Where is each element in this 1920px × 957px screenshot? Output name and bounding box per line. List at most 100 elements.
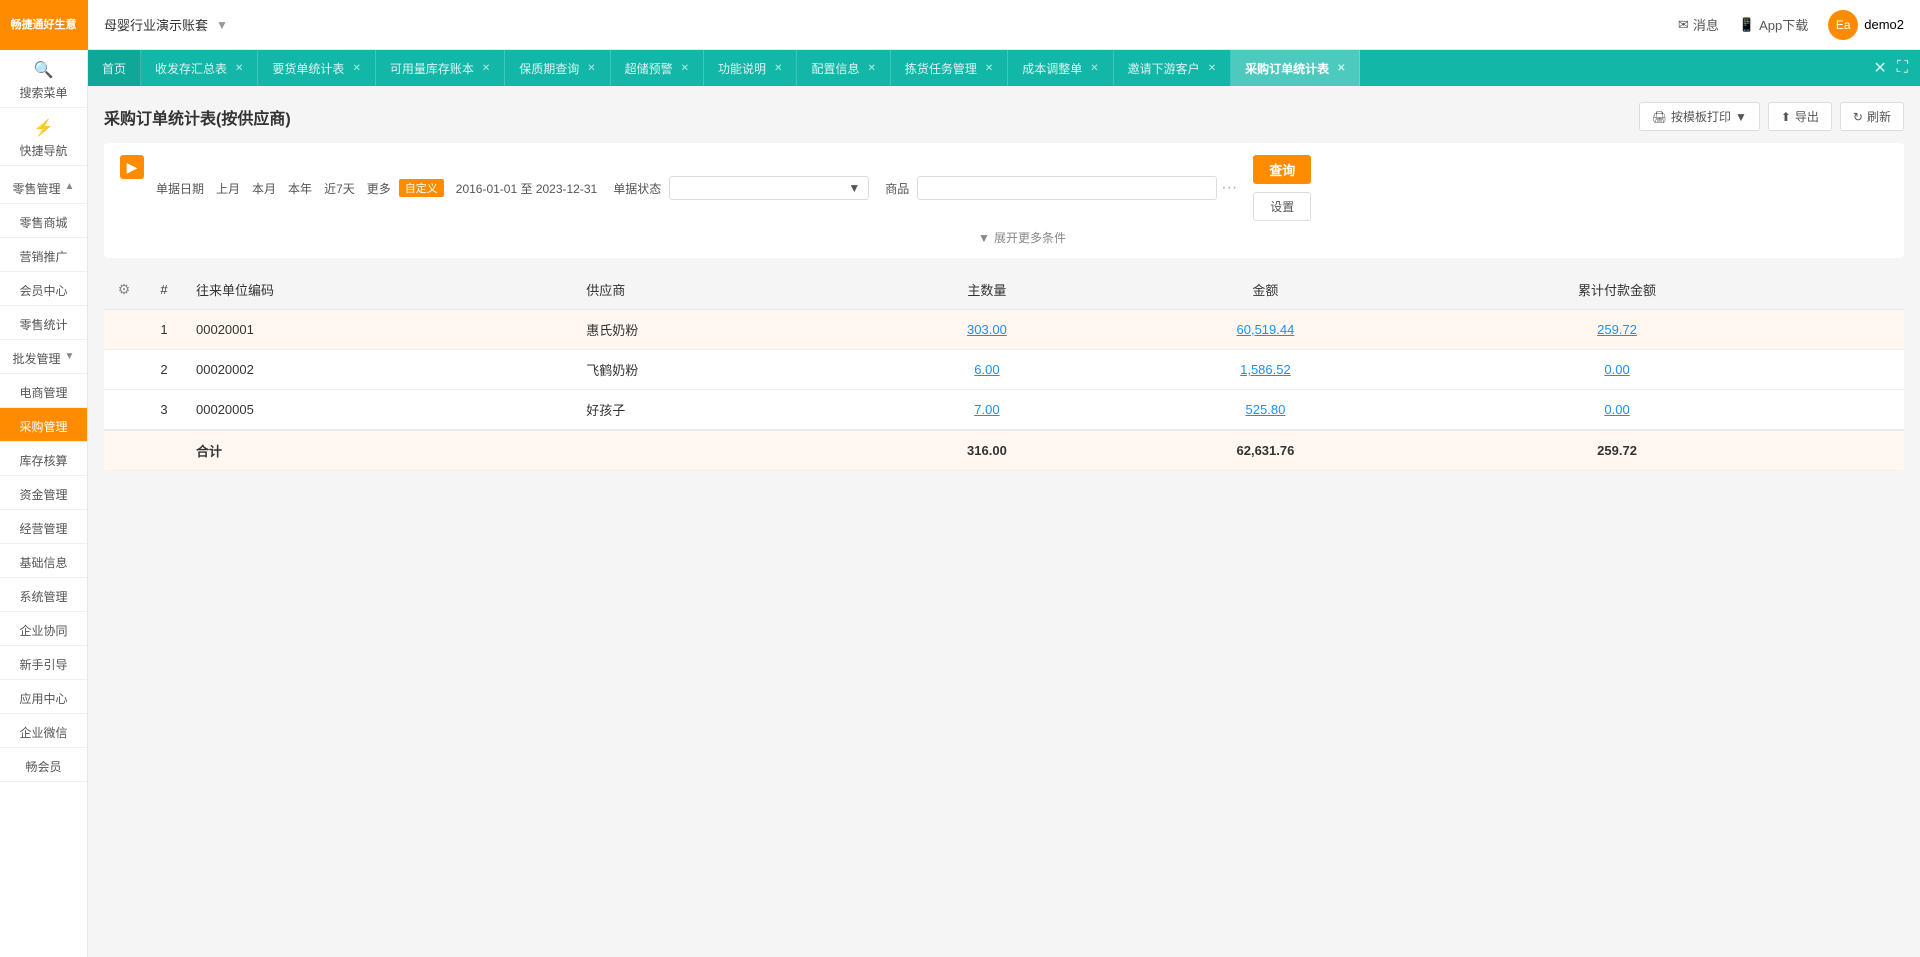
tab-baozhi-label: 保质期查询 <box>519 60 579 77</box>
footer-amount: 62,631.76 <box>1109 430 1422 471</box>
tab-pihuo-close[interactable]: ✕ <box>985 63 993 74</box>
sidebar-item-basic[interactable]: 基础信息 <box>0 544 87 578</box>
tab-keyongliang-close[interactable]: ✕ <box>482 63 490 74</box>
date-custom-tag[interactable]: 自定义 <box>399 179 444 197</box>
row-amount[interactable]: 1,586.52 <box>1109 350 1422 390</box>
tab-keyongliang[interactable]: 可用量库存账本 ✕ <box>376 50 505 86</box>
tab-chaochuyujing-close[interactable]: ✕ <box>681 63 689 74</box>
date-shortcuts: 上月 本月 本年 近7天 更多 自定义 <box>212 178 444 199</box>
sidebar-item-retail-stats[interactable]: 零售统计 <box>0 306 87 340</box>
date-btn-this-year[interactable]: 本年 <box>284 178 316 199</box>
row-main-qty[interactable]: 6.00 <box>865 350 1109 390</box>
goods-more-icon[interactable]: ··· <box>1221 179 1237 197</box>
app-download-button[interactable]: 📱 App下载 <box>1739 15 1808 34</box>
message-button[interactable]: ✉ 消息 <box>1678 15 1719 34</box>
tab-caigou-close[interactable]: ✕ <box>1337 63 1345 74</box>
sidebar-item-wechat[interactable]: 企业微信 <box>0 714 87 748</box>
sidebar-item-quicknav[interactable]: ⚡ 快捷导航 <box>0 108 87 166</box>
sidebar-item-marketing[interactable]: 营销推广 <box>0 238 87 272</box>
sidebar-item-inventory[interactable]: 库存核算 <box>0 442 87 476</box>
query-button[interactable]: 查询 <box>1253 155 1311 184</box>
tab-gongneng-close[interactable]: ✕ <box>774 63 782 74</box>
tab-yaoqing[interactable]: 邀请下游客户 ✕ <box>1114 50 1231 86</box>
print-button[interactable]: 🖨 按模板打印 ▼ <box>1639 102 1760 131</box>
tab-maximize-button[interactable]: ⛶ <box>1893 59 1912 77</box>
row-unit-code: 00020005 <box>184 390 574 431</box>
sidebar-item-search[interactable]: 🔍 搜索菜单 <box>0 50 87 108</box>
row-paid-amount[interactable]: 0.00 <box>1422 390 1812 431</box>
col-extra <box>1812 270 1904 310</box>
sidebar-item-wholesale[interactable]: 批发管理 ▼ <box>0 340 87 374</box>
print-dropdown-icon[interactable]: ▼ <box>1735 110 1747 124</box>
tab-home-label: 首页 <box>102 60 126 77</box>
row-amount[interactable]: 60,519.44 <box>1109 310 1422 350</box>
tab-yaohuo-close[interactable]: ✕ <box>352 63 360 74</box>
goods-input[interactable] <box>917 176 1217 200</box>
tab-caigou[interactable]: 采购订单统计表 ✕ <box>1231 50 1360 86</box>
sidebar-item-purchase[interactable]: 采购管理 <box>0 408 87 442</box>
sidebar-item-ecommerce[interactable]: 电商管理 <box>0 374 87 408</box>
row-supplier: 惠氏奶粉 <box>574 310 865 350</box>
row-amount[interactable]: 525.80 <box>1109 390 1422 431</box>
avatar: Ea <box>1828 10 1858 40</box>
col-paid-amount: 累计付款金额 <box>1422 270 1812 310</box>
sidebar-item-marketing-label: 营销推广 <box>19 248 67 265</box>
tab-home[interactable]: 首页 <box>88 50 141 86</box>
col-index: # <box>144 270 184 310</box>
sidebar-item-retail-mall[interactable]: 零售商城 <box>0 204 87 238</box>
date-btn-last-month[interactable]: 上月 <box>212 178 244 199</box>
sidebar-item-basic-label: 基础信息 <box>19 554 67 571</box>
tab-gongneng[interactable]: 功能说明 ✕ <box>704 50 797 86</box>
tab-shoufaquhui-close[interactable]: ✕ <box>235 63 243 74</box>
sidebar-item-member[interactable]: 会员中心 <box>0 272 87 306</box>
tab-close-all-button[interactable]: ✕ <box>1869 58 1890 78</box>
row-paid-amount[interactable]: 0.00 <box>1422 350 1812 390</box>
expand-more-button[interactable]: ▼ 展开更多条件 <box>156 229 1888 246</box>
sidebar-item-retail-label: 零售管理 <box>13 180 61 197</box>
workspace-dropdown-icon[interactable]: ▼ <box>216 18 228 32</box>
filter-toggle-button[interactable]: ▶ <box>120 155 144 179</box>
footer-extra-cell <box>1812 430 1904 471</box>
row-extra <box>1812 310 1904 350</box>
user-menu[interactable]: Ea demo2 <box>1828 10 1904 40</box>
chevron-down-icon: ▲ <box>65 181 75 192</box>
sidebar-item-finance-label: 资金管理 <box>19 486 67 503</box>
sidebar-item-appcenter[interactable]: 应用中心 <box>0 680 87 714</box>
export-button[interactable]: ⬆ 导出 <box>1768 102 1832 131</box>
row-main-qty[interactable]: 303.00 <box>865 310 1109 350</box>
row-paid-amount[interactable]: 259.72 <box>1422 310 1812 350</box>
sidebar-item-member2[interactable]: 畅会员 <box>0 748 87 782</box>
tab-chengben[interactable]: 成本调整单 ✕ <box>1008 50 1113 86</box>
refresh-button[interactable]: ↻ 刷新 <box>1840 102 1904 131</box>
date-btn-more[interactable]: 更多 <box>363 178 395 199</box>
tab-baozhi-close[interactable]: ✕ <box>587 63 595 74</box>
tab-shoufaquhui[interactable]: 收发存汇总表 ✕ <box>141 50 258 86</box>
date-btn-this-month[interactable]: 本月 <box>248 178 280 199</box>
table-header-row: ⚙ # 往来单位编码 供应商 主数量 金额 累计付款金额 <box>104 270 1904 310</box>
tab-peizhi[interactable]: 配置信息 ✕ <box>797 50 890 86</box>
sidebar-item-quicknav-label: 快捷导航 <box>19 142 67 159</box>
status-select[interactable]: ▼ <box>669 176 869 200</box>
sidebar-item-ecommerce-label: 电商管理 <box>19 384 67 401</box>
sidebar-item-newguide[interactable]: 新手引导 <box>0 646 87 680</box>
tab-peizhi-close[interactable]: ✕ <box>867 63 875 74</box>
tab-pihuo[interactable]: 拣货任务管理 ✕ <box>891 50 1008 86</box>
filter-bar: ▶ 单据日期 上月 本月 本年 近7天 更多 自定义 <box>104 143 1904 258</box>
tab-chaochuyujing[interactable]: 超储预警 ✕ <box>611 50 704 86</box>
sidebar-item-operation[interactable]: 经营管理 <box>0 510 87 544</box>
footer-label: 合计 <box>184 430 574 471</box>
sidebar-item-enterprise[interactable]: 企业协同 <box>0 612 87 646</box>
sidebar-item-retail[interactable]: 零售管理 ▲ <box>0 166 87 204</box>
tab-yaoqing-close[interactable]: ✕ <box>1208 63 1216 74</box>
tab-baozhi[interactable]: 保质期查询 ✕ <box>505 50 610 86</box>
row-main-qty[interactable]: 7.00 <box>865 390 1109 431</box>
sidebar-logo-text: 畅捷通好生意 <box>11 18 77 32</box>
tab-yaohuo[interactable]: 要货单统计表 ✕ <box>258 50 375 86</box>
sidebar-item-system[interactable]: 系统管理 <box>0 578 87 612</box>
column-settings-icon[interactable]: ⚙ <box>118 281 131 297</box>
settings-button[interactable]: 设置 <box>1253 192 1311 221</box>
tab-chengben-close[interactable]: ✕ <box>1090 63 1098 74</box>
date-btn-7days[interactable]: 近7天 <box>320 178 359 199</box>
sidebar-item-finance[interactable]: 资金管理 <box>0 476 87 510</box>
tab-yaoqing-label: 邀请下游客户 <box>1128 60 1200 77</box>
